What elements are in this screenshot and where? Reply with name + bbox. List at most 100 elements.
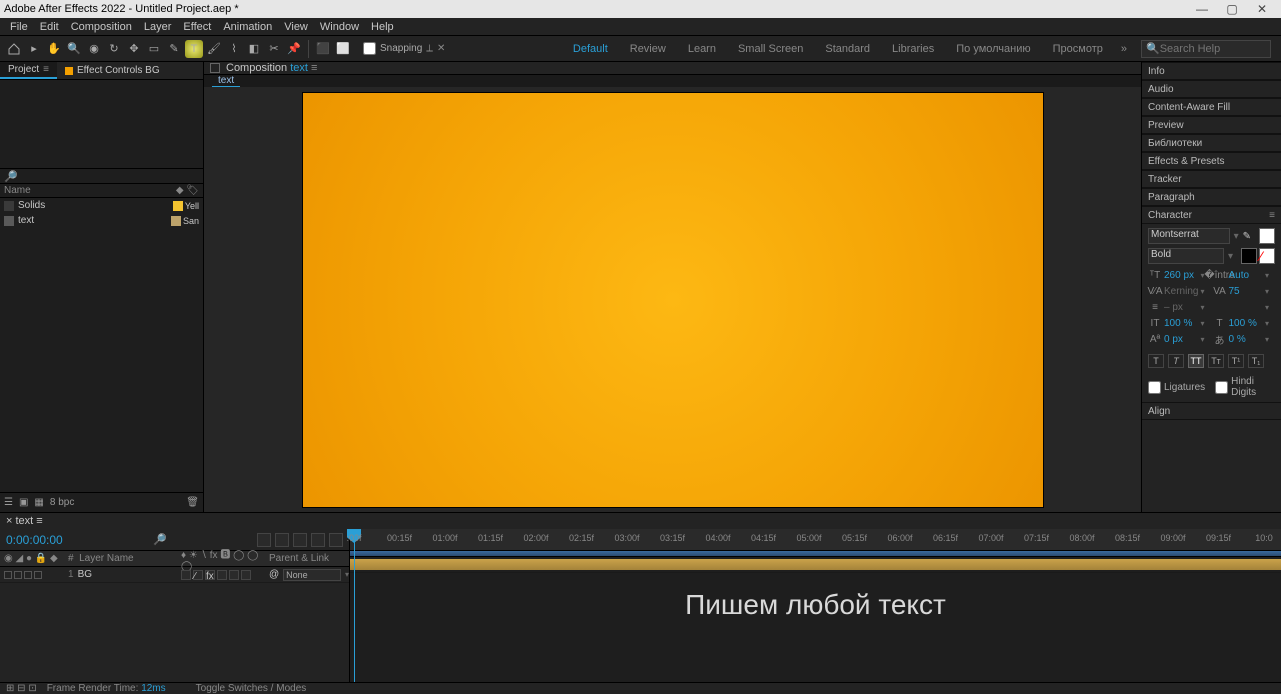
rect-tool[interactable]: ▭: [145, 40, 163, 58]
faux-italic[interactable]: T: [1168, 354, 1184, 368]
fill-swatch[interactable]: [1259, 228, 1275, 244]
workspace-libraries[interactable]: Libraries: [882, 36, 944, 61]
project-search[interactable]: 🔎: [0, 168, 203, 184]
menu-layer[interactable]: Layer: [138, 21, 178, 33]
panel-info[interactable]: Info: [1142, 62, 1281, 80]
tsume[interactable]: 0 %: [1229, 334, 1264, 345]
frame-blend-toggle[interactable]: [275, 533, 289, 547]
vscale[interactable]: 100 %: [1164, 318, 1199, 329]
hscale[interactable]: 100 %: [1229, 318, 1264, 329]
small-caps[interactable]: Tᴛ: [1208, 354, 1224, 368]
panel-preview[interactable]: Preview: [1142, 116, 1281, 134]
help-search[interactable]: 🔍: [1141, 40, 1271, 58]
brush-tool[interactable]: 🖌: [205, 40, 223, 58]
menu-animation[interactable]: Animation: [217, 21, 278, 33]
anchor-tool[interactable]: ✥: [125, 40, 143, 58]
zoom-tool[interactable]: 🔍: [65, 40, 83, 58]
menu-composition[interactable]: Composition: [65, 21, 138, 33]
kerning[interactable]: Kerning: [1164, 286, 1199, 297]
timeline-tab[interactable]: × text ≡: [6, 515, 43, 527]
workspace-default[interactable]: Default: [563, 36, 618, 61]
pickwhip-icon[interactable]: @: [269, 569, 279, 580]
subscript[interactable]: T₁: [1248, 354, 1264, 368]
toggle-switches-modes[interactable]: Toggle Switches / Modes: [196, 683, 307, 694]
panel-paragraph[interactable]: Paragraph: [1142, 188, 1281, 206]
snapping-toggle[interactable]: Snapping ⟂ ✕: [363, 42, 445, 55]
current-timecode[interactable]: 0:00:00:00: [6, 533, 63, 547]
expand-icon[interactable]: ⊞ ⊟ ⊡: [6, 683, 37, 694]
tab-effect-controls[interactable]: Effect Controls BG: [57, 62, 168, 79]
ligatures-toggle[interactable]: Ligatures: [1148, 376, 1205, 398]
new-folder-icon[interactable]: ▣: [19, 497, 28, 508]
home-button[interactable]: [5, 40, 23, 58]
trash-icon[interactable]: 🗑: [186, 497, 199, 508]
panel-caf[interactable]: Content-Aware Fill: [1142, 98, 1281, 116]
column-label[interactable]: ◆ 🏷: [159, 185, 199, 196]
minimize-button[interactable]: —: [1187, 2, 1217, 16]
selection-tool[interactable]: ▸: [25, 40, 43, 58]
clone-tool[interactable]: ⌇: [225, 40, 243, 58]
project-row-text[interactable]: text San: [0, 213, 203, 228]
maximize-button[interactable]: ▢: [1217, 2, 1247, 16]
panel-align[interactable]: Align: [1142, 402, 1281, 420]
orbit-tool[interactable]: ◉: [85, 40, 103, 58]
bpc-toggle[interactable]: 8 bpc: [50, 497, 74, 508]
puppet-tool[interactable]: 📌: [285, 40, 303, 58]
menu-window[interactable]: Window: [314, 21, 365, 33]
panel-effects-presets[interactable]: Effects & Presets: [1142, 152, 1281, 170]
workspace-review[interactable]: Review: [620, 36, 676, 61]
comp-mini-tab[interactable]: text: [212, 75, 240, 87]
workspace-standard[interactable]: Standard: [815, 36, 880, 61]
faux-bold[interactable]: T: [1148, 354, 1164, 368]
timeline-search-icon[interactable]: 🔎: [153, 533, 167, 546]
menu-edit[interactable]: Edit: [34, 21, 65, 33]
tracking[interactable]: 75: [1229, 286, 1264, 297]
font-size[interactable]: 260 px: [1164, 270, 1199, 281]
render-toggle[interactable]: [329, 533, 343, 547]
font-family[interactable]: Montserrat: [1148, 228, 1230, 244]
fill-stroke[interactable]: ⬛: [314, 40, 332, 58]
workspace-learn[interactable]: Learn: [678, 36, 726, 61]
pen-tool[interactable]: ✎: [165, 40, 183, 58]
hindi-toggle[interactable]: Hindi Digits: [1215, 376, 1275, 398]
panel-libraries[interactable]: Библиотеки: [1142, 134, 1281, 152]
workspace-smallscreen[interactable]: Small Screen: [728, 36, 813, 61]
font-weight[interactable]: Bold: [1148, 248, 1224, 264]
fill-stroke-2[interactable]: ⬜: [334, 40, 352, 58]
label-chip[interactable]: [171, 216, 181, 226]
workspace-more[interactable]: »: [1115, 43, 1133, 55]
leading[interactable]: Auto: [1229, 270, 1264, 281]
rotate-tool[interactable]: ↻: [105, 40, 123, 58]
snapping-checkbox[interactable]: [363, 42, 376, 55]
help-search-input[interactable]: [1160, 43, 1266, 55]
all-caps[interactable]: TT: [1188, 354, 1204, 368]
layer-row-bg[interactable]: 1BG ∕fx @None▾: [0, 567, 349, 583]
project-row-solids[interactable]: Solids Yell: [0, 198, 203, 213]
motion-blur-toggle[interactable]: [293, 533, 307, 547]
menu-view[interactable]: View: [278, 21, 314, 33]
superscript[interactable]: T¹: [1228, 354, 1244, 368]
time-ruler[interactable]: :00f00:15f01:00f01:15f02:00f02:15f03:00f…: [350, 529, 1281, 551]
menu-effect[interactable]: Effect: [177, 21, 217, 33]
menu-file[interactable]: File: [4, 21, 34, 33]
panel-audio[interactable]: Audio: [1142, 80, 1281, 98]
comp-tab[interactable]: Composition text ≡: [226, 62, 317, 74]
nofill-swatch[interactable]: ⁄: [1259, 248, 1275, 264]
close-button[interactable]: ✕: [1247, 2, 1277, 16]
parent-select[interactable]: None: [283, 569, 341, 581]
new-comp-icon[interactable]: ▦: [34, 497, 43, 508]
hand-tool[interactable]: ✋: [45, 40, 63, 58]
column-name[interactable]: Name: [4, 185, 159, 196]
lock-icon[interactable]: [210, 63, 220, 73]
panel-character[interactable]: Character≡: [1142, 206, 1281, 224]
workspace-ru-default[interactable]: По умолчанию: [946, 36, 1040, 61]
text-tool[interactable]: T: [185, 40, 203, 58]
timeline-right[interactable]: :00f00:15f01:00f01:15f02:00f02:15f03:00f…: [350, 529, 1281, 682]
track-bg[interactable]: [350, 557, 1281, 573]
stroke-width[interactable]: – px: [1164, 302, 1199, 313]
label-chip[interactable]: [173, 201, 183, 211]
graph-toggle[interactable]: [311, 533, 325, 547]
viewer[interactable]: [204, 87, 1141, 513]
panel-tracker[interactable]: Tracker: [1142, 170, 1281, 188]
composition-canvas[interactable]: [303, 93, 1043, 507]
